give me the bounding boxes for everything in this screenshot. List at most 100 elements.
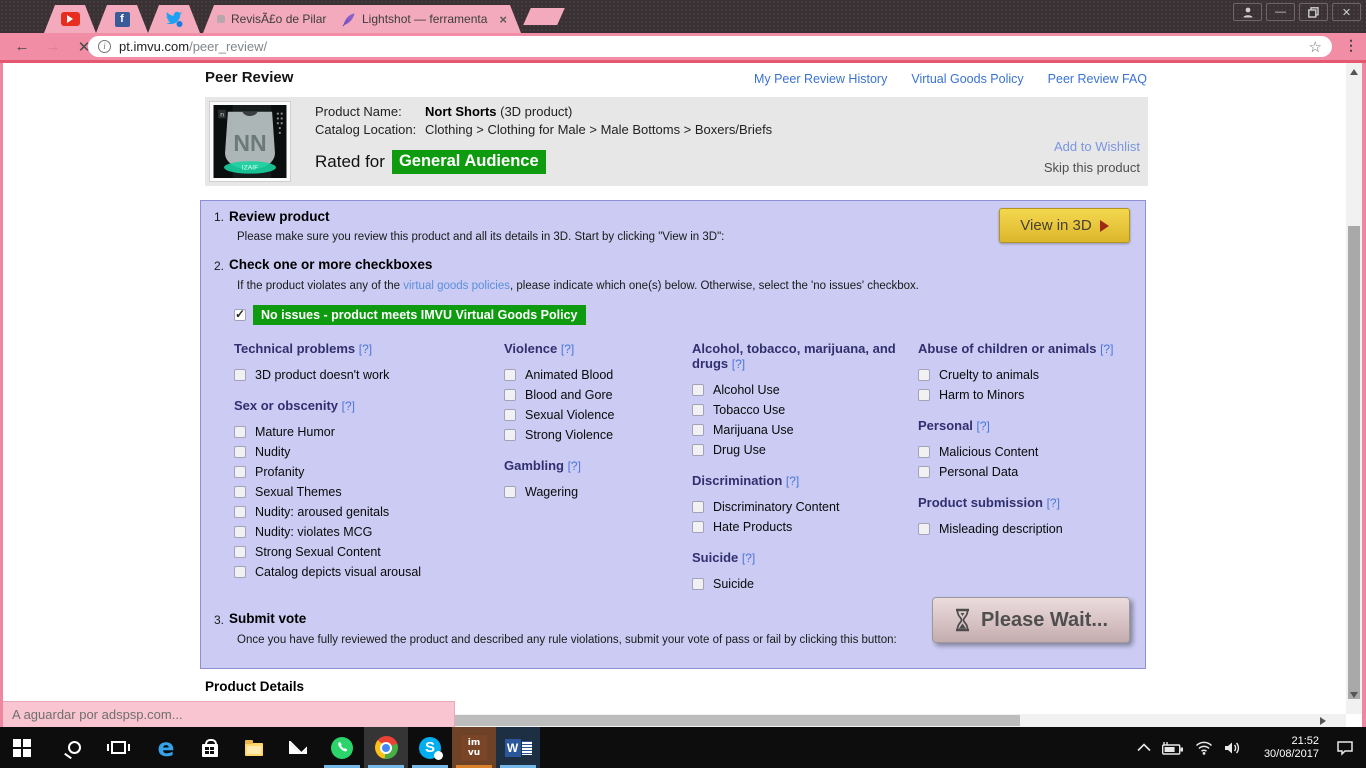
restore-button[interactable] — [1299, 3, 1328, 21]
checkbox-row: Blood and Gore — [504, 385, 684, 405]
help-link[interactable]: [?] — [342, 399, 355, 413]
checkbox[interactable] — [918, 466, 930, 478]
taskbar-whatsapp[interactable] — [320, 727, 364, 768]
help-link[interactable]: [?] — [1047, 496, 1060, 510]
taskbar-file-explorer[interactable] — [232, 727, 276, 768]
help-link[interactable]: [?] — [561, 342, 574, 356]
scroll-up-icon[interactable] — [1350, 69, 1358, 75]
word-icon-letter: W — [504, 738, 521, 757]
pinned-tab-youtube[interactable] — [44, 5, 96, 33]
checkbox[interactable] — [692, 404, 704, 416]
view-in-3d-button[interactable]: View in 3D — [999, 208, 1130, 243]
checkbox[interactable] — [692, 578, 704, 590]
back-button[interactable]: ← — [13, 38, 31, 55]
checkbox[interactable] — [234, 446, 246, 458]
category-header: Violence [?] — [504, 341, 684, 357]
twitter-icon — [165, 11, 183, 27]
virtual-goods-policies-link[interactable]: virtual goods policies — [403, 280, 510, 292]
category-title: Technical problems — [234, 341, 356, 356]
speaker-icon[interactable] — [1224, 741, 1242, 755]
vertical-scrollbar[interactable] — [1346, 63, 1362, 714]
help-link[interactable]: [?] — [359, 342, 372, 356]
taskbar-skype[interactable]: S — [408, 727, 452, 768]
url-path: /peer_review/ — [189, 39, 268, 54]
pinned-tab-facebook[interactable]: f — [96, 5, 148, 33]
battery-charging-icon[interactable] — [1162, 741, 1184, 755]
checkbox[interactable] — [504, 369, 516, 381]
no-issues-checkbox[interactable] — [234, 307, 246, 321]
checkbox-label: Misleading description — [939, 522, 1063, 536]
taskbar-imvu[interactable]: im vu — [452, 727, 496, 768]
taskbar-chrome[interactable] — [364, 727, 408, 768]
taskbar-mail[interactable] — [276, 727, 320, 768]
tab-close-icon[interactable]: × — [499, 12, 507, 27]
checkbox-label: Strong Sexual Content — [255, 545, 381, 559]
checkbox-label: Nudity: aroused genitals — [255, 505, 390, 519]
step1-title: Review product — [229, 209, 330, 224]
checkbox[interactable] — [234, 506, 246, 518]
tray-clock[interactable]: 21:52 30/08/2017 — [1253, 735, 1319, 761]
taskbar-search-button[interactable] — [52, 727, 96, 768]
checkbox[interactable] — [918, 523, 930, 535]
close-button[interactable]: ✕ — [1332, 3, 1361, 21]
checkbox[interactable] — [692, 501, 704, 513]
help-link[interactable]: [?] — [977, 419, 990, 433]
step2-number: 2. — [214, 259, 225, 273]
new-tab-button[interactable] — [523, 8, 565, 25]
help-link[interactable]: [?] — [732, 357, 745, 371]
wifi-icon[interactable] — [1195, 741, 1213, 755]
action-center-icon[interactable] — [1336, 740, 1354, 756]
system-tray: 21:52 30/08/2017 — [1137, 727, 1366, 768]
page-info-icon[interactable]: i — [98, 40, 111, 53]
link-peer-review-history[interactable]: My Peer Review History — [754, 72, 887, 86]
tray-expand-chevron-icon[interactable] — [1137, 743, 1151, 752]
checkbox[interactable] — [692, 384, 704, 396]
checkbox[interactable] — [918, 389, 930, 401]
checkbox-label: Nudity: violates MCG — [255, 525, 373, 539]
taskbar-edge[interactable]: e — [144, 727, 188, 768]
start-button[interactable] — [0, 727, 44, 768]
checkbox[interactable] — [504, 429, 516, 441]
scroll-right-icon[interactable] — [1320, 717, 1326, 725]
submit-vote-button[interactable]: Please Wait... — [932, 597, 1130, 643]
add-to-wishlist-link[interactable]: Add to Wishlist — [1044, 139, 1140, 154]
checkbox[interactable] — [234, 486, 246, 498]
browser-menu-icon[interactable]: ⋮ — [1344, 37, 1358, 54]
checkbox[interactable] — [692, 521, 704, 533]
checkbox[interactable] — [504, 389, 516, 401]
checkbox[interactable] — [692, 424, 704, 436]
link-virtual-goods-policy[interactable]: Virtual Goods Policy — [911, 72, 1023, 86]
category-header: Suicide [?] — [692, 550, 912, 566]
help-link[interactable]: [?] — [568, 459, 581, 473]
checkbox[interactable] — [234, 426, 246, 438]
checkbox[interactable] — [504, 486, 516, 498]
task-view-button[interactable] — [96, 727, 140, 768]
bookmark-star-icon[interactable]: ☆ — [1309, 38, 1322, 56]
help-link[interactable]: [?] — [1100, 342, 1113, 356]
taskbar-word[interactable]: W — [496, 727, 540, 768]
youtube-icon — [61, 12, 80, 26]
checkbox[interactable] — [918, 446, 930, 458]
checkbox[interactable] — [234, 466, 246, 478]
help-link[interactable]: [?] — [742, 551, 755, 565]
checkbox[interactable] — [234, 566, 246, 578]
profile-button[interactable] — [1233, 3, 1262, 21]
checkbox[interactable] — [234, 369, 246, 381]
checkbox[interactable] — [504, 409, 516, 421]
category-title: Alcohol, tobacco, marijuana, and drugs — [692, 341, 896, 371]
scroll-down-icon[interactable] — [1350, 692, 1358, 698]
checkbox[interactable] — [234, 526, 246, 538]
pinned-tab-twitter[interactable] — [148, 5, 200, 33]
tab-lightshot[interactable]: Lightshot — ferramenta × — [327, 5, 521, 33]
checkbox[interactable] — [234, 546, 246, 558]
checkbox[interactable] — [918, 369, 930, 381]
skip-product-link[interactable]: Skip this product — [1044, 160, 1140, 175]
taskbar-store[interactable] — [188, 727, 232, 768]
link-peer-review-faq[interactable]: Peer Review FAQ — [1048, 72, 1147, 86]
minimize-button[interactable]: — — [1266, 3, 1295, 21]
address-bar[interactable]: i pt.imvu.com/peer_review/ ☆ — [88, 36, 1332, 57]
vertical-scrollbar-thumb[interactable] — [1348, 226, 1360, 699]
checkbox[interactable] — [692, 444, 704, 456]
help-link[interactable]: [?] — [786, 474, 799, 488]
forward-button[interactable]: → — [44, 38, 62, 55]
